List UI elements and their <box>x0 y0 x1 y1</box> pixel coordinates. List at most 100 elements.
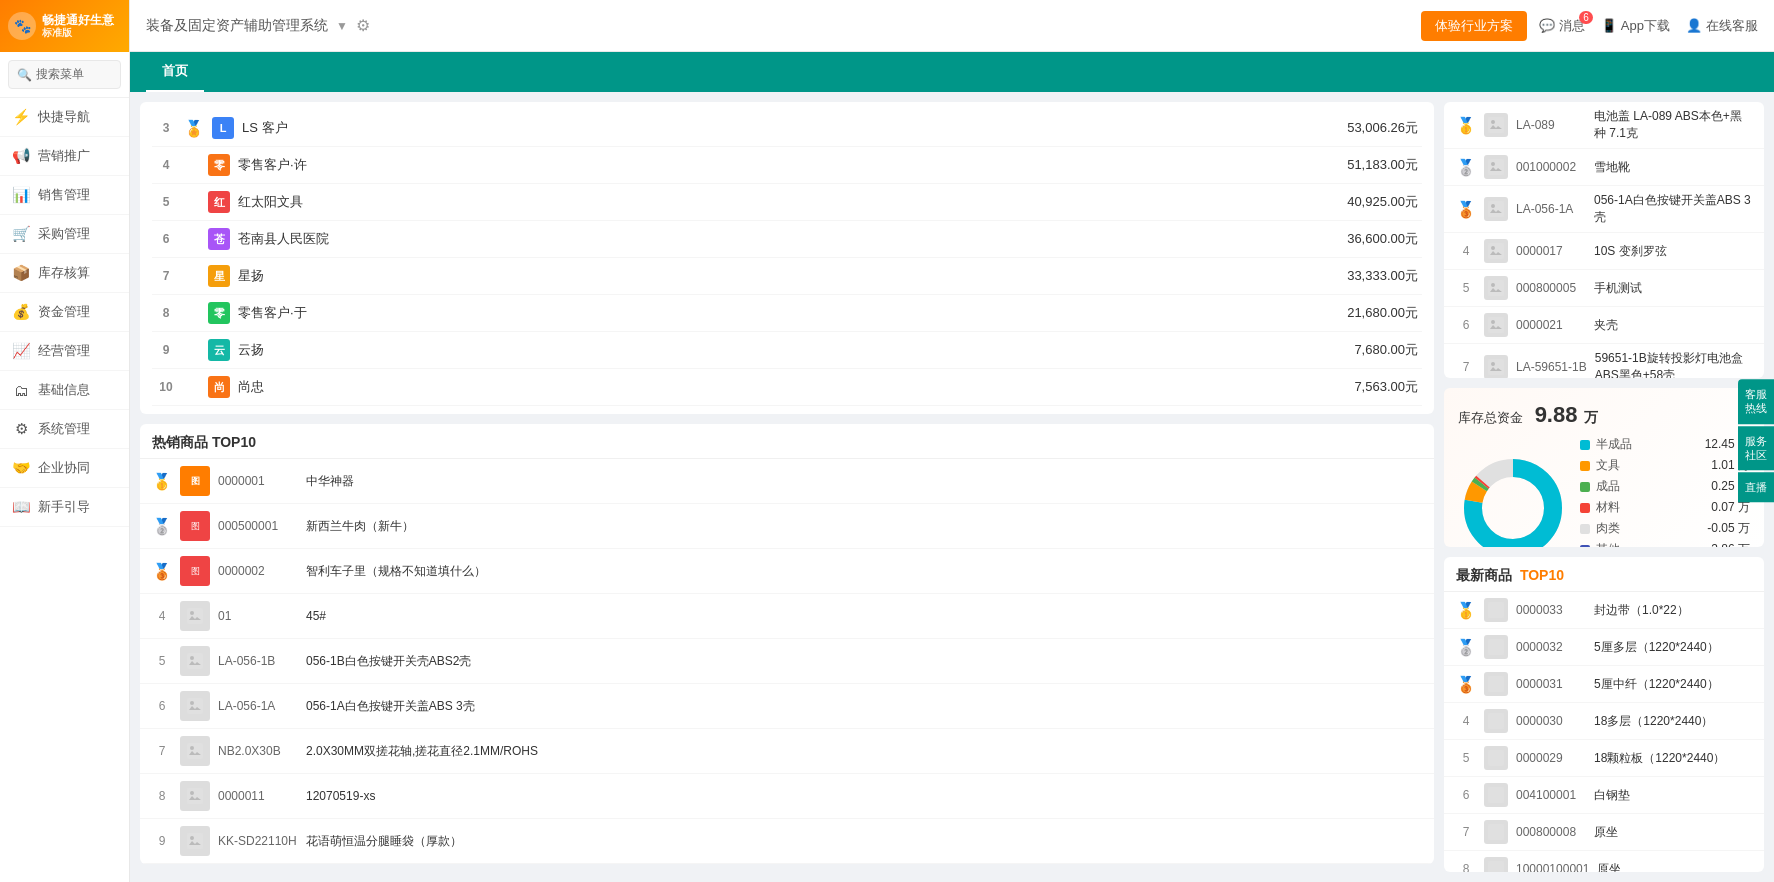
product-rank: 🥉 <box>152 562 172 581</box>
legend-item: 半成品 12.45 万 <box>1580 436 1750 453</box>
svg-point-23 <box>1491 320 1495 324</box>
svg-point-17 <box>1491 204 1495 208</box>
sidebar-item-label: 采购管理 <box>38 225 90 243</box>
customer-service-float-btn[interactable]: 客服热线 <box>1738 379 1774 424</box>
rank-icon: 🥈 <box>1456 158 1476 177</box>
brand-sub: 标准版 <box>42 27 114 39</box>
product-name: 45# <box>306 609 1422 623</box>
customer-name: 苍南县人民医院 <box>238 230 1339 248</box>
svg-point-5 <box>190 701 194 705</box>
svg-rect-10 <box>187 833 203 849</box>
table-row: 4 零 零售客户·许 51,183.00元 <box>152 147 1422 184</box>
rank-number: 4 <box>1456 714 1476 728</box>
newest-row: 🥇 LA-089 电池盖 LA-089 ABS本色+黑种 7.1克 <box>1444 102 1764 149</box>
header-dropdown-icon[interactable]: ▼ <box>336 19 348 33</box>
product-row: 8 0000011 12070519-xs <box>140 774 1434 819</box>
sales-icon: 📊 <box>12 186 30 204</box>
legend-label: 成品 <box>1596 478 1705 495</box>
product-name: 18颗粒板（1220*2440） <box>1594 750 1752 767</box>
hot-products-card: 热销商品 TOP10 🥇 图 0000001 中华神器 🥈 图 00050000… <box>140 424 1434 864</box>
message-button[interactable]: 💬 消息 6 <box>1539 17 1585 35</box>
rank-number: 5 <box>156 195 176 209</box>
mobile-icon: 📱 <box>1601 18 1617 33</box>
sidebar-item-finance[interactable]: 💰 资金管理 <box>0 293 129 332</box>
rank-number: 3 <box>156 121 176 135</box>
app-download-button[interactable]: 📱 App下载 <box>1601 17 1670 35</box>
product-code: LA-056-1A <box>1516 202 1586 216</box>
customer-amount: 33,333.00元 <box>1347 267 1418 285</box>
legend-value: -3.86 万 <box>1707 541 1750 547</box>
sidebar: 🐾 畅捷通好生意 标准版 🔍 搜索菜单 ⚡ 快捷导航 📢 营销推广 📊 销售管理… <box>0 0 130 882</box>
sidebar-item-marketing[interactable]: 📢 营销推广 <box>0 137 129 176</box>
newest-row: 4 0000017 10S 变刹罗弦 <box>1444 233 1764 270</box>
sidebar-item-inventory[interactable]: 📦 库存核算 <box>0 254 129 293</box>
newest-row: 🥉 0000031 5厘中纤（1220*2440） <box>1444 666 1764 703</box>
product-code: 000800005 <box>1516 281 1586 295</box>
legend-item: 肉类 -0.05 万 <box>1580 520 1750 537</box>
product-code: 000500001 <box>218 519 298 533</box>
svg-rect-36 <box>1488 639 1504 655</box>
sidebar-item-sales[interactable]: 📊 销售管理 <box>0 176 129 215</box>
product-rank: 6 <box>152 699 172 713</box>
product-name: 封边带（1.0*22） <box>1594 602 1752 619</box>
inventory-icon: 📦 <box>12 264 30 282</box>
tab-home[interactable]: 首页 <box>146 52 204 92</box>
svg-rect-24 <box>1488 359 1504 375</box>
svg-rect-2 <box>187 653 203 669</box>
newest-row: 7 LA-59651-1B 59651-1B旋转投影灯电池盒ABS黑色+58壳 <box>1444 344 1764 378</box>
legend-item: 成品 0.25 万 <box>1580 478 1750 495</box>
sidebar-item-label: 资金管理 <box>38 303 90 321</box>
svg-point-25 <box>1491 362 1495 366</box>
sidebar-item-guide[interactable]: 📖 新手引导 <box>0 488 129 527</box>
header-settings-icon[interactable]: ⚙ <box>356 16 370 35</box>
product-rank: 8 <box>152 789 172 803</box>
product-code: LA-59651-1B <box>1516 360 1587 374</box>
newest-row: 5 0000029 18颗粒板（1220*2440） <box>1444 740 1764 777</box>
live-float-btn[interactable]: 直播 <box>1738 472 1774 502</box>
inventory-legend: 半成品 12.45 万 文具 1.01 万 <box>1580 436 1750 547</box>
svg-rect-12 <box>1488 117 1504 133</box>
quick-nav-icon: ⚡ <box>12 108 30 126</box>
online-service-button[interactable]: 👤 在线客服 <box>1686 17 1758 35</box>
avatar: 苍 <box>208 228 230 250</box>
sidebar-item-quick-nav[interactable]: ⚡ 快捷导航 <box>0 98 129 137</box>
product-row: 🥉 图 0000002 智利车子里（规格不知道填什么） <box>140 549 1434 594</box>
svg-rect-20 <box>1488 280 1504 296</box>
product-img <box>1484 709 1508 733</box>
svg-rect-22 <box>1488 317 1504 333</box>
svg-point-15 <box>1491 162 1495 166</box>
product-img <box>1484 746 1508 770</box>
sidebar-item-system[interactable]: ⚙ 系统管理 <box>0 410 129 449</box>
customer-amount: 36,600.00元 <box>1347 230 1418 248</box>
sidebar-item-label: 销售管理 <box>38 186 90 204</box>
avatar: 零 <box>208 154 230 176</box>
sidebar-item-label: 系统管理 <box>38 420 90 438</box>
product-code: 10000100001 <box>1516 862 1589 872</box>
product-code: LA-056-1A <box>218 699 298 713</box>
svg-rect-4 <box>187 698 203 714</box>
sidebar-item-cooperation[interactable]: 🤝 企业协同 <box>0 449 129 488</box>
header-actions: 💬 消息 6 📱 App下载 👤 在线客服 <box>1539 17 1758 35</box>
product-image: 图 <box>180 466 210 496</box>
sidebar-item-basic-info[interactable]: 🗂 基础信息 <box>0 371 129 410</box>
product-img <box>1484 197 1508 221</box>
svg-rect-16 <box>1488 201 1504 217</box>
product-img <box>1484 672 1508 696</box>
svg-rect-14 <box>1488 159 1504 175</box>
guide-icon: 📖 <box>12 498 30 516</box>
try-plan-button[interactable]: 体验行业方案 <box>1421 11 1527 41</box>
product-img <box>1484 783 1508 807</box>
sidebar-item-label: 经营管理 <box>38 342 90 360</box>
rank-number: 4 <box>156 158 176 172</box>
svg-point-7 <box>190 746 194 750</box>
customer-name: 尚忠 <box>238 378 1346 396</box>
search-menu-button[interactable]: 🔍 搜索菜单 <box>8 60 121 89</box>
product-name: 原坐 <box>1594 824 1752 841</box>
product-name: 智利车子里（规格不知道填什么） <box>306 563 1422 580</box>
product-image-placeholder <box>180 601 210 631</box>
sidebar-item-purchase[interactable]: 🛒 采购管理 <box>0 215 129 254</box>
service-community-float-btn[interactable]: 服务社区 <box>1738 426 1774 471</box>
tab-home-label: 首页 <box>162 63 188 78</box>
newest-row: 5 000800005 手机测试 <box>1444 270 1764 307</box>
sidebar-item-operations[interactable]: 📈 经营管理 <box>0 332 129 371</box>
